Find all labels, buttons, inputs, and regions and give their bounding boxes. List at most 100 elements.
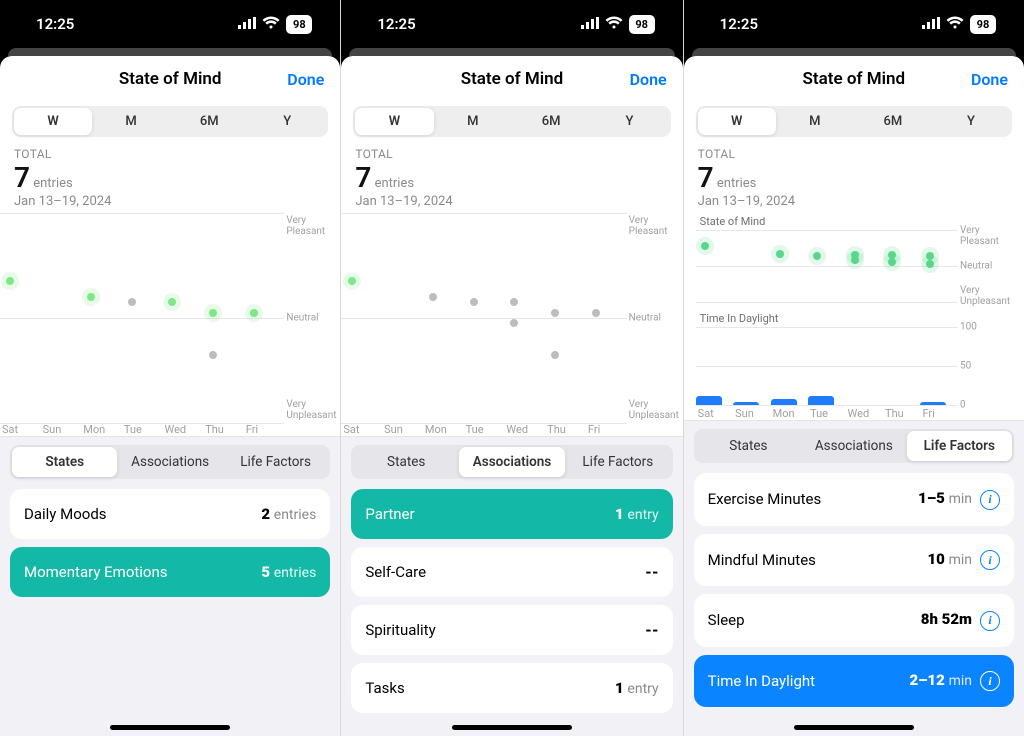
list-row[interactable]: Self-Care-- xyxy=(351,547,672,597)
data-point[interactable] xyxy=(209,309,217,317)
data-point[interactable] xyxy=(470,298,478,306)
list-row[interactable]: Daily Moods2 entries xyxy=(10,489,330,539)
data-point[interactable] xyxy=(851,256,859,264)
info-icon[interactable]: i xyxy=(980,550,1000,570)
wifi-icon xyxy=(262,15,280,33)
subtab-states[interactable]: States xyxy=(696,431,801,461)
subtab-life-factors[interactable]: Life Factors xyxy=(565,447,671,477)
sheet: State of Mind Done W M 6M Y TOTAL 7 entr… xyxy=(0,56,340,736)
data-point[interactable] xyxy=(209,351,217,359)
page-title: State of Mind xyxy=(119,69,222,89)
range-tab-y[interactable]: Y xyxy=(248,108,326,135)
y-label-50: 50 xyxy=(960,361,1014,372)
total-label: TOTAL xyxy=(341,143,682,161)
x-axis-labels: SatSunMonTueWedThuFri xyxy=(0,423,340,436)
subtab-states[interactable]: States xyxy=(12,447,117,477)
data-point[interactable] xyxy=(592,309,600,317)
range-tab-w[interactable]: W xyxy=(355,108,433,135)
home-indicator[interactable] xyxy=(452,725,572,730)
list-row[interactable]: Mindful Minutes10 mini xyxy=(694,534,1014,587)
data-point[interactable] xyxy=(250,309,258,317)
data-point[interactable] xyxy=(510,298,518,306)
list-row[interactable]: Spirituality-- xyxy=(351,605,672,655)
info-icon[interactable]: i xyxy=(980,611,1000,631)
bar[interactable] xyxy=(696,396,722,405)
range-tab-6m[interactable]: 6M xyxy=(854,108,932,135)
list-row[interactable]: Partner1 entry xyxy=(351,489,672,539)
info-icon[interactable]: i xyxy=(980,671,1000,691)
done-button[interactable]: Done xyxy=(630,70,667,89)
data-point[interactable] xyxy=(348,277,356,285)
total-label: TOTAL xyxy=(684,143,1024,161)
list-row[interactable]: Tasks1 entry xyxy=(351,663,672,713)
bar[interactable] xyxy=(771,399,797,405)
subtab-associations[interactable]: Associations xyxy=(801,431,906,461)
home-indicator[interactable] xyxy=(110,725,230,730)
range-tab-y[interactable]: Y xyxy=(932,108,1010,135)
list-row[interactable]: Sleep8h 52mi xyxy=(694,594,1014,647)
bar[interactable] xyxy=(808,396,834,405)
data-point[interactable] xyxy=(888,258,896,266)
nav-header: State of Mind Done xyxy=(684,56,1024,102)
cellular-icon xyxy=(922,15,940,33)
range-tab-6m[interactable]: 6M xyxy=(512,108,590,135)
list-row[interactable]: Exercise Minutes1–5 mini xyxy=(694,473,1014,526)
data-point[interactable] xyxy=(510,319,518,327)
range-tab-w[interactable]: W xyxy=(698,108,776,135)
data-point[interactable] xyxy=(87,293,95,301)
range-tab-m[interactable]: M xyxy=(434,108,512,135)
range-segmented-control[interactable]: W M 6M Y xyxy=(12,106,328,137)
range-segmented-control[interactable]: W M 6M Y xyxy=(696,106,1012,137)
data-point[interactable] xyxy=(551,351,559,359)
mood-chart-small[interactable]: Very Pleasant Neutral Very Unpleasant xyxy=(696,230,1014,302)
data-point[interactable] xyxy=(551,309,559,317)
status-icons: 98 xyxy=(922,15,996,34)
nav-header: State of Mind Done xyxy=(0,56,340,102)
y-label-bot: Very Unpleasant xyxy=(286,399,340,421)
list-row[interactable]: Momentary Emotions5 entries xyxy=(10,547,330,597)
subtab-control[interactable]: States Associations Life Factors xyxy=(351,445,672,479)
x-axis-labels: SatSunMonTueWedThuFri xyxy=(341,423,682,436)
row-value: 5 entries xyxy=(261,563,316,581)
list-row[interactable]: Time In Daylight2–12 mini xyxy=(694,655,1014,708)
range-segmented-control[interactable]: W M 6M Y xyxy=(353,106,670,137)
daylight-bar-chart[interactable]: 100 50 0 xyxy=(696,327,1014,405)
y-label-top: Very Pleasant xyxy=(629,215,683,237)
range-tab-y[interactable]: Y xyxy=(590,108,668,135)
mood-chart[interactable]: Very Pleasant Neutral Very Unpleasant xyxy=(0,213,340,423)
sheet-backdrop xyxy=(8,48,332,56)
data-point[interactable] xyxy=(429,293,437,301)
subtab-associations[interactable]: Associations xyxy=(117,447,222,477)
data-point[interactable] xyxy=(701,242,709,250)
data-point[interactable] xyxy=(6,277,14,285)
subtab-control[interactable]: States Associations Life Factors xyxy=(694,429,1014,463)
subtab-life-factors[interactable]: Life Factors xyxy=(907,431,1012,461)
subtab-control[interactable]: States Associations Life Factors xyxy=(10,445,330,479)
row-label: Self-Care xyxy=(365,563,426,581)
range-tab-w[interactable]: W xyxy=(14,108,92,135)
data-point[interactable] xyxy=(926,260,934,268)
row-value: 2–12 mini xyxy=(909,671,1000,692)
subtab-states[interactable]: States xyxy=(353,447,459,477)
done-button[interactable]: Done xyxy=(287,70,324,89)
battery-icon: 98 xyxy=(629,15,655,34)
range-tab-6m[interactable]: 6M xyxy=(170,108,248,135)
subtab-life-factors[interactable]: Life Factors xyxy=(223,447,328,477)
data-point[interactable] xyxy=(776,250,784,258)
range-tab-m[interactable]: M xyxy=(776,108,854,135)
mood-chart[interactable]: Very Pleasant Neutral Very Unpleasant xyxy=(341,213,682,423)
home-indicator[interactable] xyxy=(794,725,914,730)
bar[interactable] xyxy=(920,402,946,405)
phone-screen-2: 12:25 98 State of Mind Done W M 6M Y TOT… xyxy=(341,0,682,736)
sheet: State of Mind Done W M 6M Y TOTAL 7 entr… xyxy=(684,56,1024,736)
info-icon[interactable]: i xyxy=(980,490,1000,510)
data-point[interactable] xyxy=(128,298,136,306)
data-point[interactable] xyxy=(813,252,821,260)
bar[interactable] xyxy=(733,402,759,405)
data-point[interactable] xyxy=(168,298,176,306)
row-label: Partner xyxy=(365,505,414,523)
range-tab-m[interactable]: M xyxy=(92,108,170,135)
subtab-associations[interactable]: Associations xyxy=(459,447,565,477)
row-value: -- xyxy=(645,621,659,639)
done-button[interactable]: Done xyxy=(971,70,1008,89)
